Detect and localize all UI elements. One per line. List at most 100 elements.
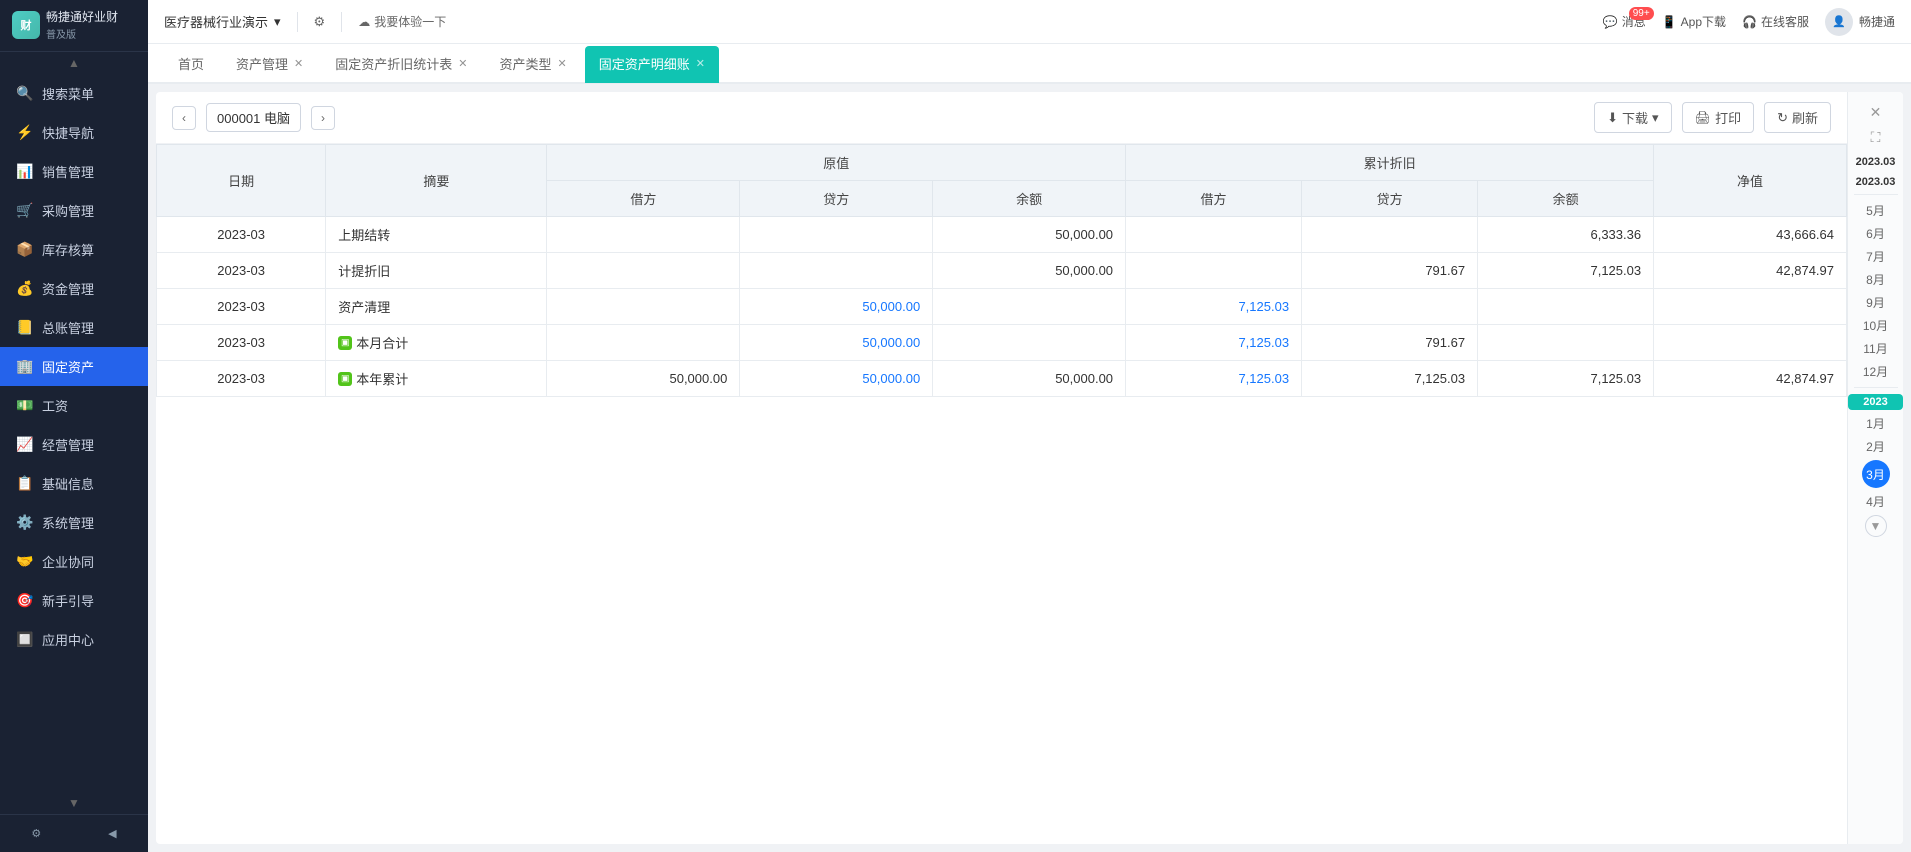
print-icon: 🖨 — [1695, 110, 1712, 126]
app-download-btn[interactable]: 📱 App下载 — [1662, 13, 1726, 30]
sidebar-item-ledger[interactable]: 📒 总账管理 — [0, 308, 148, 347]
sidebar-item-salary[interactable]: 💵 工资 — [0, 386, 148, 425]
col-orig-credit: 贷方 — [740, 181, 933, 217]
cell-dep-balance-4: 7,125.03 — [1478, 361, 1654, 397]
panel-month-5[interactable]: 5月 — [1848, 199, 1903, 222]
tab-asset-detail-close[interactable]: ✕ — [696, 57, 705, 70]
col-orig-balance: 余额 — [933, 181, 1126, 217]
panel-divider1 — [1854, 194, 1898, 195]
panel-close-btn[interactable]: ✕ — [1866, 100, 1886, 125]
green-badge-icon: ▣ — [338, 336, 352, 350]
sidebar-item-guide[interactable]: 🎯 新手引导 — [0, 581, 148, 620]
panel-month-3-active[interactable]: 3月 — [1862, 460, 1890, 488]
table-row: 2023-03 ▣本年累计 50,000.00 50,000.00 50,000… — [157, 361, 1847, 397]
topbar-divider2 — [341, 12, 342, 32]
tab-assets[interactable]: 资产管理 ✕ — [222, 46, 317, 83]
panel-month-9[interactable]: 9月 — [1848, 291, 1903, 314]
sidebar-item-fund[interactable]: 💰 资金管理 — [0, 269, 148, 308]
messages-btn[interactable]: 💬 消息 99+ — [1603, 13, 1646, 30]
user-avatar: 👤 — [1825, 8, 1853, 36]
col-dep-credit: 贷方 — [1302, 181, 1478, 217]
sidebar-item-system[interactable]: ⚙️ 系统管理 — [0, 503, 148, 542]
sidebar-bottom: ⚙ ◀ — [0, 814, 148, 852]
panel-year-2023[interactable]: 2023 — [1848, 394, 1903, 410]
refresh-btn[interactable]: ↻ 刷新 — [1764, 102, 1831, 133]
tab-asset-type[interactable]: 资产类型 ✕ — [485, 46, 580, 83]
settings-btn[interactable]: ⚙ — [314, 14, 326, 30]
asset-code-tag: 000001 电脑 — [206, 103, 301, 132]
sidebar-scroll-down[interactable]: ▼ — [0, 792, 148, 814]
panel-month-4[interactable]: 4月 — [1848, 490, 1903, 513]
tab-asset-type-label: 资产类型 — [499, 54, 551, 73]
tab-asset-type-close[interactable]: ✕ — [558, 57, 567, 70]
col-dep-debit: 借方 — [1126, 181, 1302, 217]
settings-icon[interactable]: ⚙ — [23, 823, 49, 844]
sidebar-item-search[interactable]: 🔍 搜索菜单 — [0, 74, 148, 113]
tab-asset-detail[interactable]: 固定资产明细账 ✕ — [585, 46, 719, 83]
tab-depreciation-close[interactable]: ✕ — [458, 57, 467, 70]
sidebar-item-operation[interactable]: 📈 经营管理 — [0, 425, 148, 464]
cell-summary-1: 计提折旧 — [326, 253, 547, 289]
message-icon: 💬 — [1603, 15, 1618, 29]
panel-month-10[interactable]: 10月 — [1848, 314, 1903, 337]
tab-depreciation[interactable]: 固定资产折旧统计表 ✕ — [321, 46, 481, 83]
panel-month-6[interactable]: 6月 — [1848, 222, 1903, 245]
sidebar-label-apps: 应用中心 — [42, 630, 94, 649]
panel-month-1[interactable]: 1月 — [1848, 412, 1903, 435]
user-menu[interactable]: 👤 畅捷通 — [1825, 8, 1895, 36]
panel-month-7[interactable]: 7月 — [1848, 245, 1903, 268]
sidebar-label-inventory: 库存核算 — [42, 240, 94, 259]
sidebar-item-fixed[interactable]: 🏢 固定资产 — [0, 347, 148, 386]
next-asset-btn[interactable]: › — [311, 106, 335, 130]
cell-orig-debit-1 — [547, 253, 740, 289]
tab-home[interactable]: 首页 — [164, 46, 218, 83]
company-selector[interactable]: 医疗器械行业演示 ▾ — [164, 12, 281, 31]
cell-date-3: 2023-03 — [157, 325, 326, 361]
panel-divider2 — [1854, 387, 1898, 388]
cell-dep-debit-2: 7,125.03 — [1126, 289, 1302, 325]
sidebar-icon-guide: 🎯 — [16, 592, 34, 609]
sidebar-item-apps[interactable]: 🔲 应用中心 — [0, 620, 148, 659]
main-table: 日期 摘要 原值 累计折旧 净值 借方 贷方 余额 借方 贷方 余额 — [156, 144, 1847, 397]
cell-orig-credit-0 — [740, 217, 933, 253]
sidebar-icon-ledger: 📒 — [16, 319, 34, 336]
app-logo-icon: 财 — [12, 11, 40, 39]
cell-date-4: 2023-03 — [157, 361, 326, 397]
table-row: 2023-03 ▣本月合计 50,000.00 7,125.03 791.67 — [157, 325, 1847, 361]
sidebar-label-fund: 资金管理 — [42, 279, 94, 298]
online-service-btn[interactable]: 🎧 在线客服 — [1742, 13, 1809, 30]
cell-net-value-0: 43,666.64 — [1654, 217, 1847, 253]
sidebar-label-search: 搜索菜单 — [42, 84, 94, 103]
sidebar-label-guide: 新手引导 — [42, 591, 94, 610]
collapse-icon[interactable]: ◀ — [100, 823, 124, 844]
experience-btn[interactable]: ☁ 我要体验一下 — [358, 13, 446, 30]
experience-icon: ☁ — [358, 15, 370, 29]
panel-month-11[interactable]: 11月 — [1848, 337, 1903, 360]
sidebar-scroll-up[interactable]: ▲ — [0, 52, 148, 74]
sidebar-item-enterprise[interactable]: 🤝 企业协同 — [0, 542, 148, 581]
panel-down-btn[interactable]: ▼ — [1865, 515, 1887, 537]
sidebar-item-inventory[interactable]: 📦 库存核算 — [0, 230, 148, 269]
sidebar-item-sales[interactable]: 📊 销售管理 — [0, 152, 148, 191]
print-btn[interactable]: 🖨 打印 — [1682, 102, 1755, 133]
sidebar-icon-fixed: 🏢 — [16, 358, 34, 375]
sidebar-icon-quicknav: ⚡ — [16, 124, 34, 141]
sidebar-item-quicknav[interactable]: ⚡ 快捷导航 — [0, 113, 148, 152]
sidebar: 财 畅捷通好业财 普及版 ▲ 🔍 搜索菜单 ⚡ 快捷导航 📊 销售管理 🛒 采购… — [0, 0, 148, 852]
panel-month-8[interactable]: 8月 — [1848, 268, 1903, 291]
data-table: 日期 摘要 原值 累计折旧 净值 借方 贷方 余额 借方 贷方 余额 — [156, 144, 1847, 844]
prev-asset-btn[interactable]: ‹ — [172, 106, 196, 130]
cell-orig-balance-4: 50,000.00 — [933, 361, 1126, 397]
col-orig-debit: 借方 — [547, 181, 740, 217]
table-row: 2023-03 计提折旧 50,000.00 791.67 7,125.03 4… — [157, 253, 1847, 289]
panel-month-2[interactable]: 2月 — [1848, 435, 1903, 458]
sidebar-item-basic[interactable]: 📋 基础信息 — [0, 464, 148, 503]
download-btn[interactable]: ⬇ 下载 ▾ — [1594, 102, 1671, 133]
panel-expand-btn[interactable]: ⛶ — [1867, 125, 1885, 150]
download-label: 下载 — [1622, 108, 1648, 127]
panel-month-12[interactable]: 12月 — [1848, 360, 1903, 383]
sidebar-item-purchase[interactable]: 🛒 采购管理 — [0, 191, 148, 230]
cell-orig-balance-1: 50,000.00 — [933, 253, 1126, 289]
tab-assets-close[interactable]: ✕ — [294, 57, 303, 70]
gear-icon: ⚙ — [314, 14, 326, 30]
